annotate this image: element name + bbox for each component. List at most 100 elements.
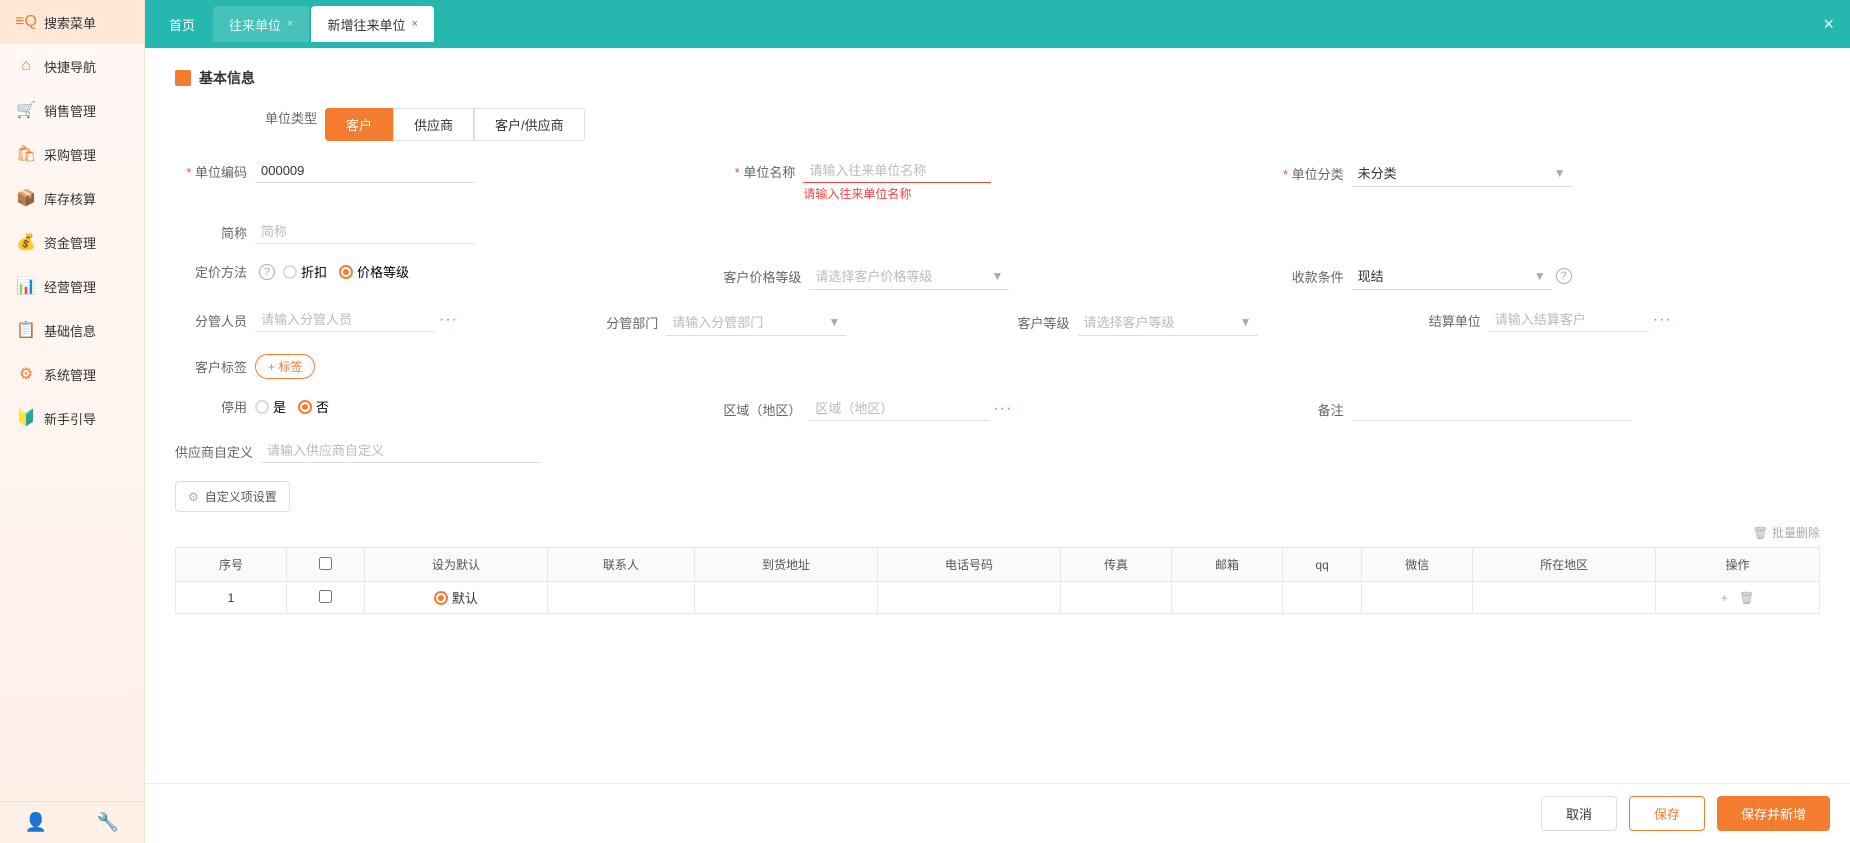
sidebar-item-basic-info[interactable]: 📋 基础信息 <box>0 308 144 352</box>
custom-settings-button[interactable]: ⚙ 自定义项设置 <box>175 481 290 512</box>
search-menu-icon: ≡Q <box>16 12 36 32</box>
unit-code-input[interactable] <box>255 159 475 183</box>
col-fax: 传真 <box>1061 548 1172 582</box>
pricing-method-label: 定价方法 <box>175 262 255 281</box>
pricing-level-radio <box>339 265 353 279</box>
settlement-unit-group: 结算单位 ··· <box>1409 308 1820 332</box>
settlement-unit-input[interactable] <box>1489 308 1649 332</box>
unit-type-row: 单位类型 客户 供应商 客户/供应商 <box>255 108 1820 141</box>
row-default-radio-option[interactable]: 默认 <box>371 588 541 607</box>
disabled-radio-group: 是 否 <box>255 397 329 416</box>
save-button[interactable]: 保存 <box>1629 796 1705 831</box>
sidebar-item-search[interactable]: ≡Q 搜索菜单 <box>0 0 144 44</box>
short-name-label: 简称 <box>175 223 255 242</box>
sidebar-item-operations[interactable]: 📊 经营管理 <box>0 264 144 308</box>
remarks-input[interactable] <box>1352 397 1632 421</box>
col-actions: 操作 <box>1656 548 1820 582</box>
settlement-unit-more-button[interactable]: ··· <box>1649 311 1676 329</box>
pricing-info-icon[interactable]: ? <box>259 264 275 280</box>
tab-partner[interactable]: 往来单位 × <box>213 6 309 42</box>
disabled-group: 停用 是 否 <box>175 397 723 416</box>
col-phone: 电话号码 <box>878 548 1061 582</box>
sidebar-item-finance[interactable]: 💰 资金管理 <box>0 220 144 264</box>
payment-terms-select[interactable]: 现结 ▼ <box>1352 262 1552 290</box>
sidebar-item-sales[interactable]: 🛒 销售管理 <box>0 88 144 132</box>
customer-tags-group: 客户标签 + 标签 <box>175 354 1820 379</box>
manager-input[interactable] <box>255 308 435 332</box>
row-seq: 1 <box>176 582 287 614</box>
manager-row: 分管人员 ··· 分管部门 请输入分管部门 ▼ 客户等级 请选择客户等级 ▼ 结… <box>175 308 1820 336</box>
row-add-button[interactable]: + <box>1721 591 1728 605</box>
cancel-button[interactable]: 取消 <box>1541 796 1617 831</box>
payment-terms-group: 收款条件 现结 ▼ ? <box>1272 262 1820 290</box>
customer-tags-label: 客户标签 <box>175 357 255 376</box>
row-phone <box>878 582 1061 614</box>
region-input[interactable] <box>809 397 989 421</box>
unit-type-supplier-button[interactable]: 供应商 <box>393 108 474 141</box>
batch-delete-button[interactable]: 🗑 批量删除 <box>1753 524 1820 541</box>
disabled-no-radio <box>298 400 312 414</box>
disabled-row: 停用 是 否 区域（地区） ··· 备注 <box>175 397 1820 421</box>
unit-type-customer-button[interactable]: 客户 <box>325 108 393 141</box>
tab-partner-close[interactable]: × <box>287 18 293 30</box>
user-avatar-button[interactable]: 👤 <box>0 802 72 843</box>
sidebar-item-quick-nav[interactable]: ⌂ 快捷导航 <box>0 44 144 88</box>
row-actions: + 🗑 <box>1656 582 1820 614</box>
customer-price-level-group: 客户价格等级 请选择客户价格等级 ▼ <box>723 262 1271 290</box>
disabled-yes-radio <box>255 400 269 414</box>
row-checkbox <box>287 582 365 614</box>
add-tag-button[interactable]: + 标签 <box>255 354 315 379</box>
main-area: 首页 往来单位 × 新增往来单位 × × 基本信息 单位类型 客户 供应商 客户… <box>145 0 1850 843</box>
sidebar-item-inventory[interactable]: 📦 库存核算 <box>0 176 144 220</box>
unit-type-label: 单位类型 <box>255 108 325 127</box>
purchase-icon: 🛍 <box>16 144 36 164</box>
col-contact: 联系人 <box>548 548 695 582</box>
form-content: 基本信息 单位类型 客户 供应商 客户/供应商 单位编码 单位名称 <box>145 48 1850 783</box>
pricing-discount-radio <box>283 265 297 279</box>
unit-type-both-button[interactable]: 客户/供应商 <box>474 108 585 141</box>
col-address: 到货地址 <box>695 548 878 582</box>
remarks-group: 备注 <box>1272 397 1820 421</box>
col-seq: 序号 <box>176 548 287 582</box>
customer-price-level-select[interactable]: 请选择客户价格等级 ▼ <box>809 262 1009 290</box>
unit-name-input[interactable] <box>803 159 991 183</box>
disabled-yes-option[interactable]: 是 <box>255 397 286 416</box>
disabled-no-option[interactable]: 否 <box>298 397 329 416</box>
short-name-row: 简称 <box>175 220 1820 244</box>
customer-level-select[interactable]: 请选择客户等级 ▼ <box>1078 308 1258 336</box>
sidebar-item-guide[interactable]: 🔰 新手引导 <box>0 396 144 440</box>
supplier-custom-input[interactable] <box>261 439 541 463</box>
manager-label: 分管人员 <box>175 311 255 330</box>
pricing-discount-option[interactable]: 折扣 <box>283 262 327 281</box>
region-group: 区域（地区） ··· <box>723 397 1271 421</box>
tab-home[interactable]: 首页 <box>153 6 211 42</box>
row-wechat <box>1362 582 1473 614</box>
pricing-level-option[interactable]: 价格等级 <box>339 262 409 281</box>
tab-new-partner[interactable]: 新增往来单位 × <box>311 6 433 42</box>
tab-new-partner-close[interactable]: × <box>411 18 417 30</box>
unit-category-select[interactable]: 未分类 ▼ <box>1352 159 1572 187</box>
customer-price-level-label: 客户价格等级 <box>723 267 809 286</box>
department-select[interactable]: 请输入分管部门 ▼ <box>666 308 846 336</box>
table-actions: 🗑 批量删除 <box>175 524 1820 541</box>
short-name-input[interactable] <box>255 220 475 244</box>
tabs-close-all-button[interactable]: × <box>1815 14 1842 35</box>
pricing-row: 定价方法 ? 折扣 价格等级 客户价格等级 请选择客户价格等级 <box>175 262 1820 290</box>
sidebar-item-purchase[interactable]: 🛍 采购管理 <box>0 132 144 176</box>
operations-icon: 📊 <box>16 276 36 296</box>
save-and-new-button[interactable]: 保存并新增 <box>1717 796 1830 831</box>
select-all-checkbox[interactable] <box>319 557 332 570</box>
col-default: 设为默认 <box>365 548 548 582</box>
sidebar-item-system[interactable]: ⚙ 系统管理 <box>0 352 144 396</box>
row-select-checkbox[interactable] <box>319 590 332 603</box>
tabs-bar: 首页 往来单位 × 新增往来单位 × × <box>145 0 1850 48</box>
payment-terms-info-icon[interactable]: ? <box>1556 268 1572 284</box>
region-more-button[interactable]: ··· <box>989 400 1016 418</box>
contact-table: 序号 设为默认 联系人 到货地址 电话号码 传真 邮箱 qq 微信 所在地区 操… <box>175 547 1820 614</box>
home-icon: ⌂ <box>16 56 36 76</box>
row-delete-button[interactable]: 🗑 <box>1739 591 1754 605</box>
sidebar-settings-button[interactable]: 🔧 <box>72 802 144 843</box>
unit-code-row: 单位编码 单位名称 请输入往来单位名称 单位分类 未分类 ▼ <box>175 159 1820 202</box>
row-qq <box>1283 582 1362 614</box>
manager-more-button[interactable]: ··· <box>435 311 462 329</box>
